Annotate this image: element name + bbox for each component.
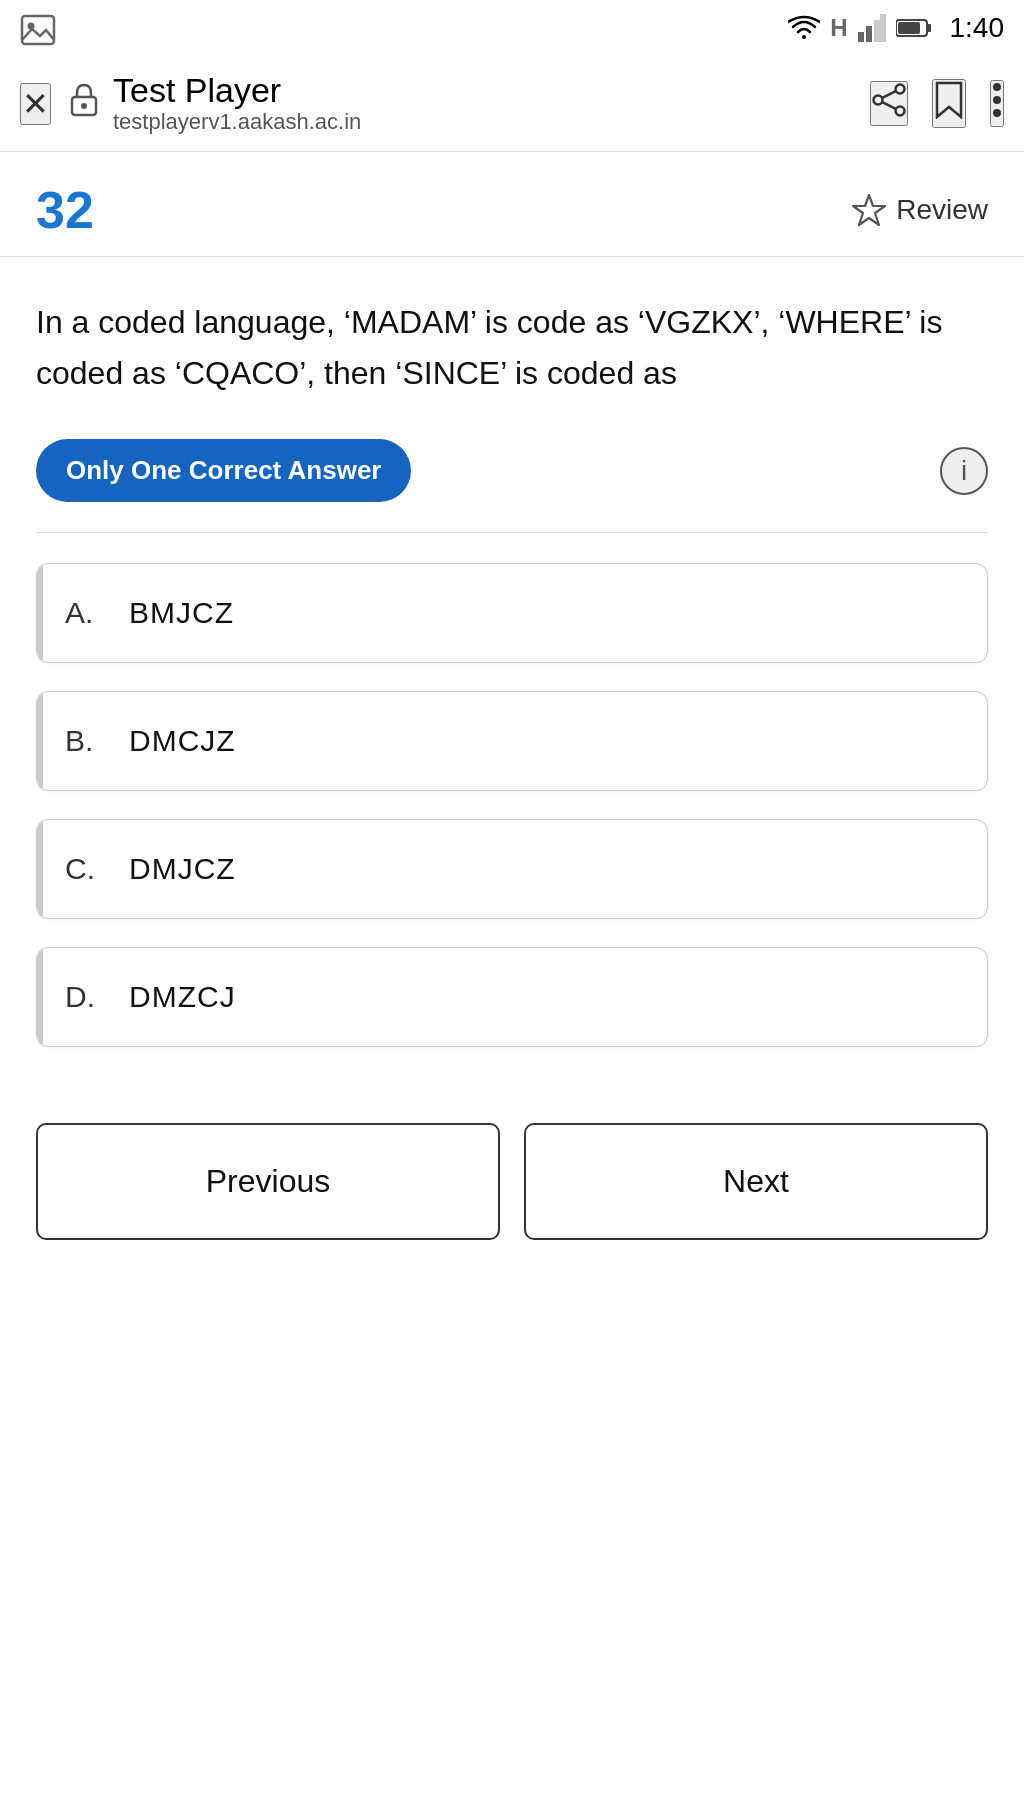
next-button[interactable]: Next <box>524 1123 988 1240</box>
svg-line-15 <box>882 102 896 109</box>
option-d[interactable]: D. DMZCJ <box>36 947 988 1047</box>
status-bar-left-icon <box>20 12 56 52</box>
option-b-letter: B. <box>65 724 101 758</box>
svg-rect-0 <box>22 16 54 44</box>
svg-rect-4 <box>874 20 880 42</box>
question-number: 32 <box>36 180 94 240</box>
more-icon <box>992 82 1002 118</box>
review-label: Review <box>896 194 988 226</box>
svg-point-10 <box>81 103 87 109</box>
svg-point-12 <box>874 96 883 105</box>
navigation-buttons: Previous Next <box>0 1087 1024 1280</box>
more-options-button[interactable] <box>990 80 1004 127</box>
option-b[interactable]: B. DMCJZ <box>36 691 988 791</box>
option-c-text: DMJCZ <box>129 852 236 886</box>
info-button[interactable]: i <box>940 447 988 495</box>
status-icons: H 1:40 <box>788 12 1004 44</box>
option-a-text: BMJCZ <box>129 596 234 630</box>
app-bar-actions <box>870 79 1004 128</box>
svg-rect-8 <box>898 22 920 34</box>
svg-point-16 <box>993 83 1001 91</box>
option-d-letter: D. <box>65 980 101 1014</box>
lock-icon <box>69 83 99 124</box>
option-a-letter: A. <box>65 596 101 630</box>
option-d-text: DMZCJ <box>129 980 236 1014</box>
svg-rect-7 <box>927 24 931 32</box>
svg-point-17 <box>993 96 1001 104</box>
divider <box>36 532 988 533</box>
answer-type-section: Only One Correct Answer i <box>0 429 1024 522</box>
option-c[interactable]: C. DMJCZ <box>36 819 988 919</box>
svg-point-18 <box>993 109 1001 117</box>
signal-icon <box>858 14 886 42</box>
star-icon <box>852 193 886 227</box>
options-list: A. BMJCZ B. DMCJZ C. DMJCZ D. DMZCJ <box>0 543 1024 1067</box>
question-text: In a coded language, ‘MADAM’ is code as … <box>36 297 988 399</box>
battery-icon <box>896 18 932 38</box>
svg-point-13 <box>896 107 905 116</box>
option-c-letter: C. <box>65 852 101 886</box>
bookmark-icon <box>934 81 964 119</box>
option-a[interactable]: A. BMJCZ <box>36 563 988 663</box>
wifi-icon <box>788 15 820 41</box>
svg-point-11 <box>896 85 905 94</box>
answer-type-badge: Only One Correct Answer <box>36 439 411 502</box>
question-header: 32 Review <box>0 152 1024 257</box>
review-button[interactable]: Review <box>852 193 988 227</box>
image-icon <box>20 12 56 48</box>
share-button[interactable] <box>870 81 908 126</box>
svg-rect-5 <box>880 14 886 42</box>
info-symbol: i <box>961 455 967 487</box>
app-bar: ✕ Test Player testplayerv1.aakash.ac.in <box>0 56 1024 152</box>
svg-marker-19 <box>853 195 885 225</box>
question-body: In a coded language, ‘MADAM’ is code as … <box>0 257 1024 429</box>
svg-rect-2 <box>858 32 864 42</box>
app-bar-title: Test Player <box>113 72 870 109</box>
status-time: 1:40 <box>950 12 1005 44</box>
lock-svg-icon <box>69 83 99 117</box>
bookmark-button[interactable] <box>932 79 966 128</box>
app-bar-title-group: Test Player testplayerv1.aakash.ac.in <box>113 72 870 135</box>
status-bar: H 1:40 <box>0 0 1024 56</box>
svg-line-14 <box>882 91 896 98</box>
option-b-text: DMCJZ <box>129 724 236 758</box>
network-type: H <box>830 14 847 42</box>
close-button[interactable]: ✕ <box>20 83 51 125</box>
previous-button[interactable]: Previous <box>36 1123 500 1240</box>
app-bar-subtitle: testplayerv1.aakash.ac.in <box>113 109 870 135</box>
share-icon <box>872 83 906 117</box>
svg-rect-3 <box>866 26 872 42</box>
